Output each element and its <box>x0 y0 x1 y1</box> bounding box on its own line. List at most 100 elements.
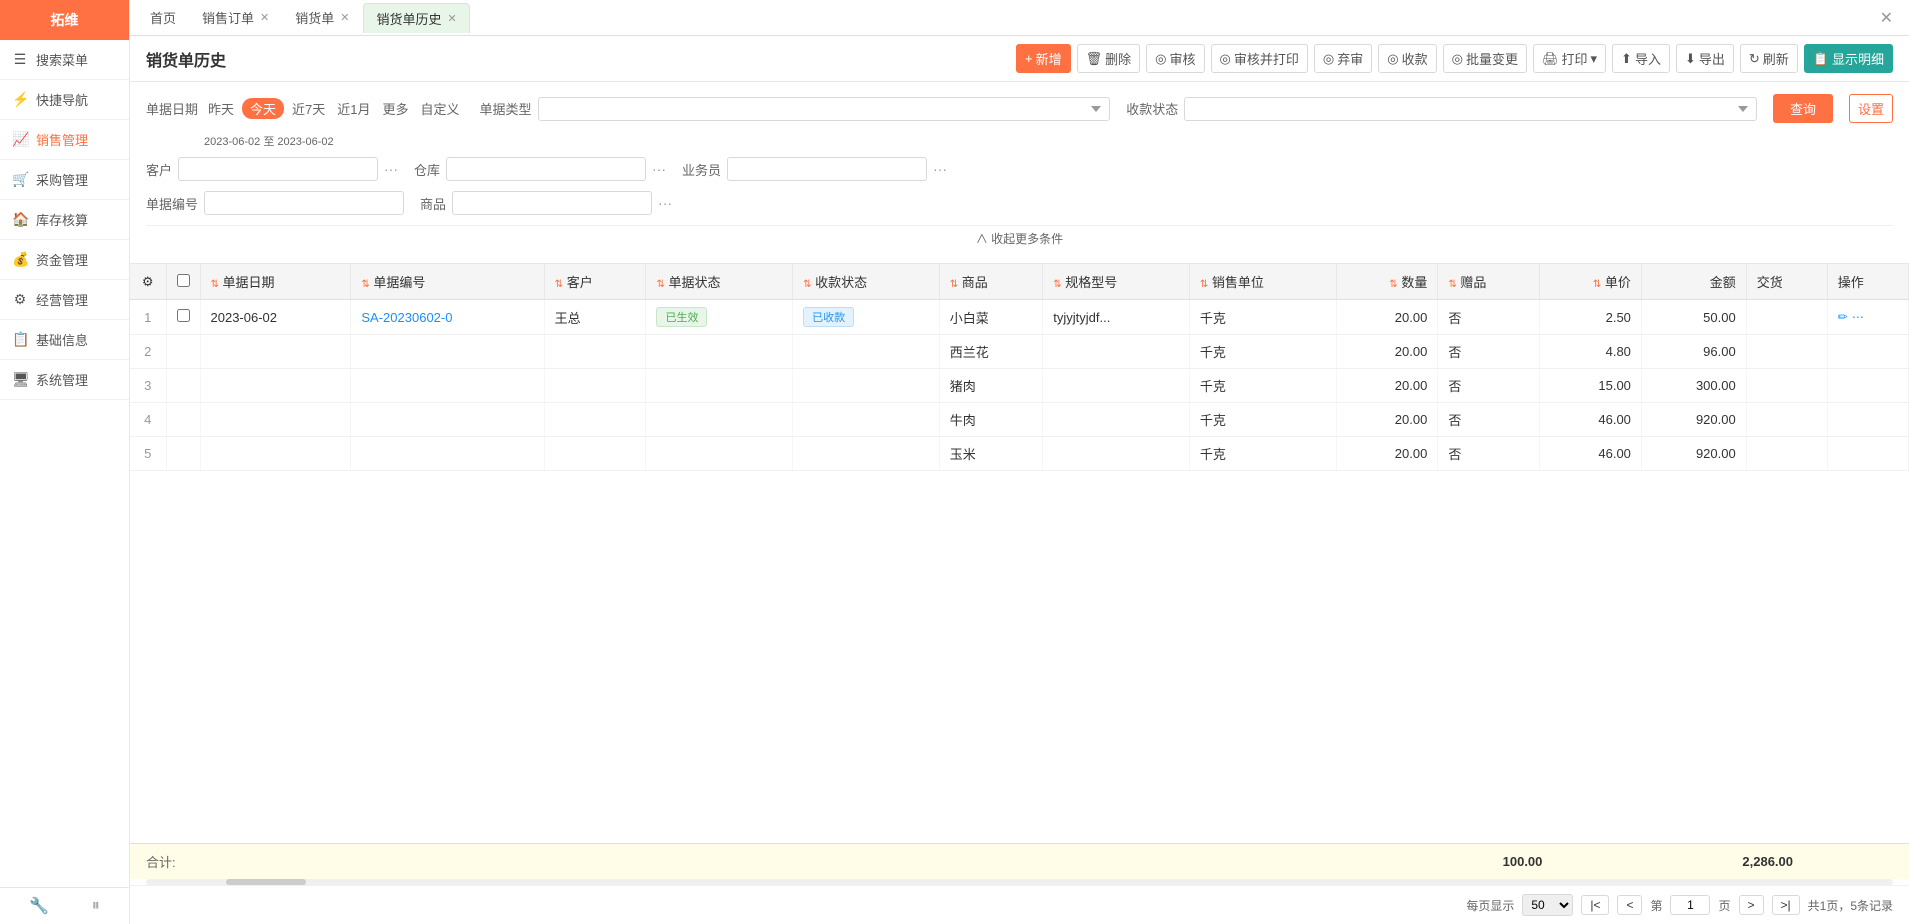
cell-doc-no-2[interactable] <box>351 369 544 403</box>
col-sales-unit[interactable]: ⇅ 销售单位 <box>1189 264 1336 300</box>
date-custom[interactable]: 自定义 <box>417 98 464 119</box>
cell-customer-0: 王总 <box>544 300 646 335</box>
cell-doc-no-0[interactable]: SA-20230602-0 <box>351 300 544 335</box>
cell-checkbox-0[interactable] <box>166 300 200 335</box>
print-icon: 🖨 <box>1542 51 1559 67</box>
sidebar-item-purchase-mgmt[interactable]: 🛒 采购管理 <box>0 160 129 200</box>
col-unit-price[interactable]: ⇅ 单价 <box>1540 264 1642 300</box>
col-settings-icon[interactable]: ⚙ <box>142 274 154 289</box>
cell-actions-1 <box>1827 335 1908 369</box>
more-btn-0[interactable]: ⋯ <box>1852 310 1864 324</box>
collapse-btn[interactable]: ∧ 收起更多条件 <box>146 225 1893 251</box>
customer-filter-group: 客户 ··· <box>146 157 398 181</box>
cell-doc-no-4[interactable] <box>351 437 544 471</box>
show-detail-button[interactable]: 📋 显示明细 <box>1804 44 1893 73</box>
next-page-btn[interactable]: > <box>1739 895 1764 915</box>
tab-sales-history-close[interactable]: ✕ <box>448 12 457 25</box>
cell-checkbox-2[interactable] <box>166 369 200 403</box>
staff-browse-btn[interactable]: ··· <box>933 161 947 177</box>
audit-button[interactable]: ◎ 审核 <box>1146 44 1204 73</box>
settings-button[interactable]: 设置 <box>1849 94 1893 123</box>
payment-status-badge-0: 已收款 <box>803 307 854 327</box>
sidebar-item-sales-mgmt[interactable]: 📈 销售管理 <box>0 120 129 160</box>
tab-sales-order-close[interactable]: ✕ <box>260 11 269 24</box>
cell-sales-unit-4: 千克 <box>1189 437 1336 471</box>
payment-status-select[interactable] <box>1184 97 1757 121</box>
cell-product-0: 小白菜 <box>939 300 1043 335</box>
date-1month[interactable]: 近1月 <box>333 98 374 119</box>
add-button[interactable]: + 新增 <box>1016 44 1071 73</box>
date-7days[interactable]: 近7天 <box>288 98 329 119</box>
page-number-input[interactable] <box>1670 895 1710 915</box>
product-input[interactable] <box>452 191 652 215</box>
customer-input[interactable] <box>178 157 378 181</box>
cell-customer-1 <box>544 335 646 369</box>
query-button[interactable]: 查询 <box>1773 94 1833 123</box>
sidebar-item-operation[interactable]: ⚙ 经营管理 <box>0 280 129 320</box>
cell-doc-no-1[interactable] <box>351 335 544 369</box>
col-customer[interactable]: ⇅ 客户 <box>544 264 646 300</box>
cell-spec-2 <box>1043 369 1190 403</box>
sidebar-item-system-mgmt[interactable]: 🖥 系统管理 <box>0 360 129 400</box>
col-doc-status[interactable]: ⇅ 单据状态 <box>646 264 793 300</box>
abandon-button[interactable]: ◎ 弃审 <box>1314 44 1372 73</box>
col-doc-date[interactable]: ⇅ 单据日期 <box>200 264 351 300</box>
col-gift[interactable]: ⇅ 赠品 <box>1438 264 1540 300</box>
refresh-button[interactable]: ↻ 刷新 <box>1740 44 1798 73</box>
tab-sales-order[interactable]: 销售订单 ✕ <box>190 3 281 33</box>
cell-checkbox-3[interactable] <box>166 403 200 437</box>
doc-no-link-0[interactable]: SA-20230602-0 <box>361 310 452 325</box>
print-button[interactable]: 🖨 打印 ▾ <box>1533 44 1606 73</box>
edit-btn-0[interactable]: ✏ <box>1838 310 1848 324</box>
collect-button[interactable]: ◎ 收款 <box>1378 44 1436 73</box>
col-customer-sort-icon: ⇅ <box>555 279 563 290</box>
tab-sales-delivery-close[interactable]: ✕ <box>340 11 349 24</box>
first-page-btn[interactable]: |< <box>1581 895 1609 915</box>
batch-change-button[interactable]: ◎ 批量变更 <box>1443 44 1527 73</box>
col-spec[interactable]: ⇅ 规格型号 <box>1043 264 1190 300</box>
last-page-btn[interactable]: >| <box>1772 895 1800 915</box>
product-browse-btn[interactable]: ··· <box>658 195 672 211</box>
tab-sales-delivery[interactable]: 销货单 ✕ <box>283 3 361 33</box>
sidebar-item-quick-nav[interactable]: ⚡ 快捷导航 <box>0 80 129 120</box>
col-quantity[interactable]: ⇅ 数量 <box>1336 264 1438 300</box>
select-all-checkbox[interactable] <box>177 274 190 287</box>
cell-doc-no-3[interactable] <box>351 403 544 437</box>
date-more[interactable]: 更多 <box>379 98 413 119</box>
col-doc-no[interactable]: ⇅ 单据编号 <box>351 264 544 300</box>
window-close-btn[interactable]: ✕ <box>1872 8 1901 28</box>
cell-checkbox-1[interactable] <box>166 335 200 369</box>
cell-checkbox-4[interactable] <box>166 437 200 471</box>
doc-no-input[interactable] <box>204 191 404 215</box>
import-button[interactable]: ⬆ 导入 <box>1612 44 1670 73</box>
sidebar-item-basic-info[interactable]: 📋 基础信息 <box>0 320 129 360</box>
delete-button[interactable]: 🗑 删除 <box>1077 44 1141 73</box>
col-settings[interactable]: ⚙ <box>130 264 166 300</box>
audit-print-button[interactable]: ◎ 审核并打印 <box>1211 44 1308 73</box>
col-payment-status[interactable]: ⇅ 收款状态 <box>793 264 940 300</box>
print-dropdown-icon: ▾ <box>1591 51 1598 67</box>
prev-page-btn[interactable]: < <box>1617 895 1642 915</box>
sidebar-item-finance[interactable]: 💰 资金管理 <box>0 240 129 280</box>
warehouse-browse-btn[interactable]: ··· <box>652 161 666 177</box>
page-size-label: 每页显示 <box>1466 897 1514 914</box>
sidebar-pause-icon[interactable]: ⏸ <box>92 897 100 915</box>
tab-bar: 首页 销售订单 ✕ 销货单 ✕ 销货单历史 ✕ ✕ <box>130 0 1909 36</box>
total-info: 共1页，5条记录 <box>1808 897 1893 914</box>
warehouse-input[interactable] <box>446 157 646 181</box>
page-size-select[interactable]: 50 100 200 <box>1522 894 1573 916</box>
sidebar-item-search-menu[interactable]: ☰ 搜索菜单 <box>0 40 129 80</box>
export-button[interactable]: ⬇ 导出 <box>1676 44 1734 73</box>
customer-browse-btn[interactable]: ··· <box>384 161 398 177</box>
tab-sales-history[interactable]: 销货单历史 ✕ <box>363 3 469 33</box>
staff-input[interactable] <box>727 157 927 181</box>
date-yesterday[interactable]: 昨天 <box>204 98 238 119</box>
col-product[interactable]: ⇅ 商品 <box>939 264 1043 300</box>
sidebar-settings-icon[interactable]: 🔧 <box>29 896 49 916</box>
tab-home[interactable]: 首页 <box>138 3 188 33</box>
sidebar-item-inventory[interactable]: 🏠 库存核算 <box>0 200 129 240</box>
cell-transaction-0 <box>1746 300 1827 335</box>
date-today[interactable]: 今天 <box>242 98 284 119</box>
doc-type-select[interactable] <box>538 97 1111 121</box>
query-label: 查询 <box>1790 99 1816 118</box>
